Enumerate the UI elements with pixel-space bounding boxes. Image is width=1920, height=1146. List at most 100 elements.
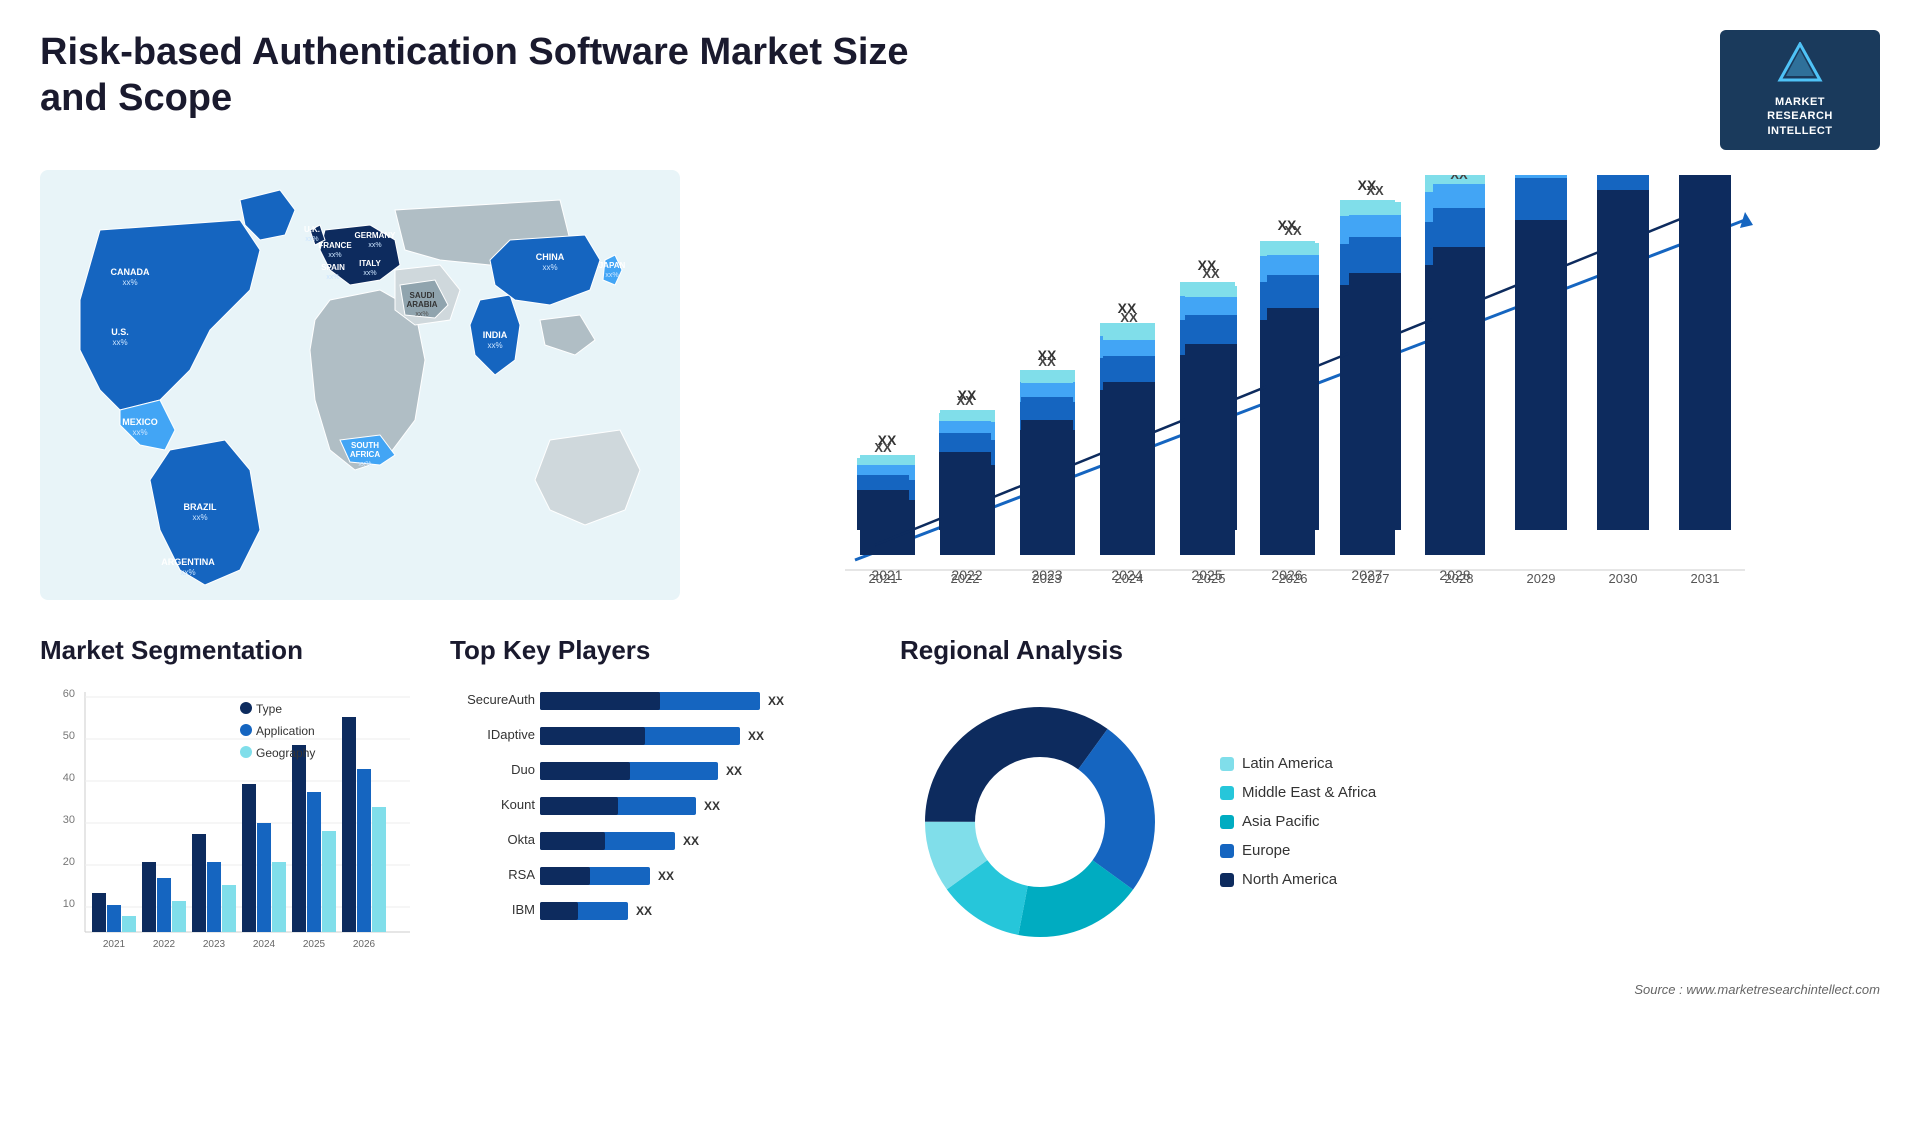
svg-text:2024: 2024 bbox=[253, 939, 276, 950]
page-title: Risk-based Authentication Software Marke… bbox=[40, 30, 940, 121]
svg-text:SPAIN: SPAIN bbox=[321, 263, 345, 272]
svg-text:xx%: xx% bbox=[328, 252, 341, 259]
svg-text:U.S.: U.S. bbox=[111, 327, 129, 337]
svg-text:SecureAuth: SecureAuth bbox=[467, 692, 535, 707]
legend-asia-pacific: Asia Pacific bbox=[1220, 813, 1376, 830]
svg-text:ARGENTINA: ARGENTINA bbox=[161, 557, 215, 567]
svg-text:xx%: xx% bbox=[326, 274, 339, 281]
regional-legend: Latin America Middle East & Africa Asia … bbox=[1220, 755, 1376, 888]
svg-text:Geography: Geography bbox=[256, 746, 315, 760]
legend-label-latin-america: Latin America bbox=[1242, 755, 1333, 772]
players-chart: SecureAuth XX IDaptive XX Duo XX Kount X… bbox=[450, 682, 870, 982]
svg-text:XX: XX bbox=[748, 729, 764, 743]
svg-text:Type: Type bbox=[256, 702, 282, 716]
svg-text:AFRICA: AFRICA bbox=[350, 450, 380, 459]
svg-text:xx%: xx% bbox=[368, 242, 381, 249]
svg-text:Kount: Kount bbox=[501, 797, 535, 812]
world-map: CANADA xx% U.S. xx% MEXICO xx% BRAZIL xx… bbox=[40, 170, 680, 600]
svg-text:xx%: xx% bbox=[305, 236, 318, 243]
svg-text:GERMANY: GERMANY bbox=[355, 231, 397, 240]
svg-text:xx%: xx% bbox=[363, 270, 376, 277]
regional-title: Regional Analysis bbox=[900, 635, 1880, 666]
svg-text:2022: 2022 bbox=[951, 571, 980, 586]
svg-text:XX: XX bbox=[704, 799, 720, 813]
segmentation-title: Market Segmentation bbox=[40, 635, 420, 666]
svg-text:IDaptive: IDaptive bbox=[487, 727, 535, 742]
svg-text:XX: XX bbox=[1202, 266, 1220, 281]
svg-text:Application: Application bbox=[256, 724, 315, 738]
world-map-section: CANADA xx% U.S. xx% MEXICO xx% BRAZIL xx… bbox=[40, 170, 680, 605]
svg-text:2031: 2031 bbox=[1691, 571, 1720, 586]
svg-text:ITALY: ITALY bbox=[359, 259, 381, 268]
legend-label-europe: Europe bbox=[1242, 842, 1290, 859]
svg-text:XX: XX bbox=[726, 764, 742, 778]
svg-text:2028: 2028 bbox=[1445, 571, 1474, 586]
svg-text:XX: XX bbox=[1038, 354, 1056, 369]
svg-text:2025: 2025 bbox=[303, 939, 326, 950]
svg-text:SOUTH: SOUTH bbox=[351, 441, 379, 450]
svg-text:XX: XX bbox=[768, 694, 784, 708]
svg-text:XX: XX bbox=[658, 869, 674, 883]
svg-text:FRANCE: FRANCE bbox=[318, 241, 352, 250]
svg-text:XX: XX bbox=[1284, 223, 1302, 238]
svg-text:xx%: xx% bbox=[605, 272, 618, 279]
svg-text:XX: XX bbox=[874, 440, 892, 455]
svg-text:xx%: xx% bbox=[358, 461, 371, 468]
svg-text:2021: 2021 bbox=[103, 939, 126, 950]
svg-text:10: 10 bbox=[63, 898, 75, 910]
header: Risk-based Authentication Software Marke… bbox=[40, 30, 1880, 150]
svg-text:xx%: xx% bbox=[192, 513, 207, 522]
svg-text:CHINA: CHINA bbox=[536, 252, 565, 262]
svg-text:2026: 2026 bbox=[353, 939, 376, 950]
legend-mea: Middle East & Africa bbox=[1220, 784, 1376, 801]
svg-text:60: 60 bbox=[63, 688, 75, 700]
legend-color-asia-pacific bbox=[1220, 815, 1234, 829]
svg-text:SAUDI: SAUDI bbox=[410, 291, 435, 300]
legend-label-asia-pacific: Asia Pacific bbox=[1242, 813, 1320, 830]
legend-color-latin-america bbox=[1220, 757, 1234, 771]
svg-text:XX: XX bbox=[636, 904, 652, 918]
svg-text:30: 30 bbox=[63, 814, 75, 826]
logo-icon bbox=[1776, 42, 1824, 91]
legend-label-north-america: North America bbox=[1242, 871, 1337, 888]
players-section: Top Key Players SecureAuth XX IDaptive X… bbox=[450, 635, 870, 997]
source-text: Source : www.marketresearchintellect.com bbox=[900, 982, 1880, 997]
svg-text:IBM: IBM bbox=[512, 902, 535, 917]
svg-text:xx%: xx% bbox=[542, 263, 557, 272]
svg-text:xx%: xx% bbox=[132, 428, 147, 437]
svg-text:2026: 2026 bbox=[1279, 571, 1308, 586]
svg-text:U.K.: U.K. bbox=[304, 225, 320, 234]
svg-text:XX: XX bbox=[683, 834, 699, 848]
svg-text:Okta: Okta bbox=[508, 832, 536, 847]
regional-section: Regional Analysis bbox=[900, 635, 1880, 997]
svg-text:BRAZIL: BRAZIL bbox=[184, 502, 217, 512]
legend-europe: Europe bbox=[1220, 842, 1376, 859]
svg-text:2024: 2024 bbox=[1115, 571, 1144, 586]
svg-text:RSA: RSA bbox=[508, 867, 535, 882]
svg-text:2030: 2030 bbox=[1609, 571, 1638, 586]
svg-text:xx%: xx% bbox=[415, 311, 428, 318]
svg-text:20: 20 bbox=[63, 856, 75, 868]
svg-text:Duo: Duo bbox=[511, 762, 535, 777]
legend-color-mea bbox=[1220, 786, 1234, 800]
legend-color-europe bbox=[1220, 844, 1234, 858]
svg-text:2023: 2023 bbox=[203, 939, 226, 950]
bottom-content-row: Market Segmentation 60 50 40 30 20 10 bbox=[40, 635, 1880, 997]
svg-text:XX: XX bbox=[1120, 310, 1138, 325]
svg-text:2021: 2021 bbox=[869, 571, 898, 586]
legend-north-america: North America bbox=[1220, 871, 1376, 888]
players-title: Top Key Players bbox=[450, 635, 870, 666]
svg-text:JAPAN: JAPAN bbox=[599, 261, 626, 270]
regional-donut-chart bbox=[900, 682, 1180, 962]
top-content-row: CANADA xx% U.S. xx% MEXICO xx% BRAZIL xx… bbox=[40, 170, 1880, 605]
svg-text:XX: XX bbox=[1450, 175, 1468, 182]
growth-bar-chart-section: XX 2021 XX 2022 XX 2023 bbox=[710, 170, 1880, 605]
svg-text:2023: 2023 bbox=[1033, 571, 1062, 586]
segmentation-chart: 60 50 40 30 20 10 2021 2022 bbox=[40, 682, 420, 982]
svg-text:xx%: xx% bbox=[180, 568, 195, 577]
svg-text:2029: 2029 bbox=[1527, 571, 1556, 586]
logo-text: MARKET RESEARCH INTELLECT bbox=[1767, 95, 1833, 138]
svg-text:xx%: xx% bbox=[122, 278, 137, 287]
svg-text:XX: XX bbox=[1366, 183, 1384, 198]
logo: MARKET RESEARCH INTELLECT bbox=[1720, 30, 1880, 150]
